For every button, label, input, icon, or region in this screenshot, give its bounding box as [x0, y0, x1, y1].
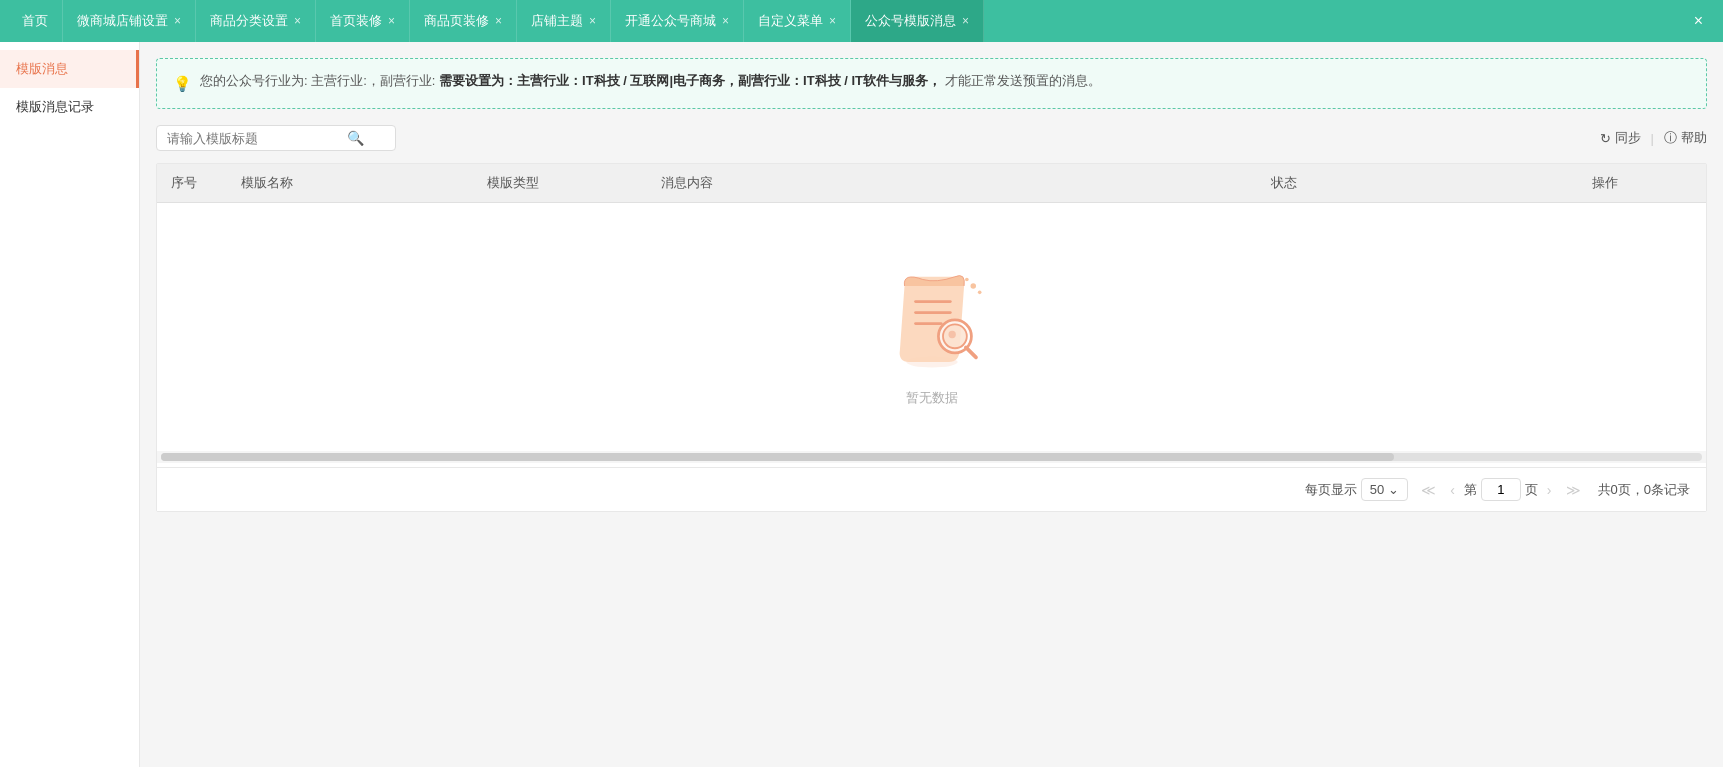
col-header-action: 操作 — [1503, 164, 1706, 202]
page-navigation: ≪ ‹ 第 页 › ≫ 共0页，0条记录 — [1416, 478, 1690, 501]
col-header-status: 状态 — [1257, 164, 1503, 202]
search-input[interactable] — [167, 131, 347, 146]
page-after-label: 页 — [1525, 481, 1538, 499]
nav-tab-template-msg[interactable]: 公众号模版消息 × — [851, 0, 984, 42]
svg-point-9 — [977, 291, 981, 295]
horizontal-scrollbar[interactable] — [157, 451, 1706, 463]
page-size-select: 每页显示 50 ⌄ — [1305, 478, 1408, 501]
nav-tab-home[interactable]: 首页 — [8, 0, 63, 42]
sidebar: 模版消息 模版消息记录 — [0, 42, 140, 767]
search-icon[interactable]: 🔍 — [347, 130, 364, 146]
bulb-icon: 💡 — [173, 72, 192, 96]
sidebar-item-template-msg-record[interactable]: 模版消息记录 — [0, 88, 139, 126]
col-header-content: 消息内容 — [647, 164, 1257, 202]
refresh-icon: ↻ — [1600, 131, 1611, 146]
alert-banner: 💡 您的公众号行业为: 主营行业:，副营行业: 需要设置为：主营行业：IT科技 … — [156, 58, 1707, 109]
nav-tab-product-decor[interactable]: 商品页装修 × — [410, 0, 517, 42]
close-icon[interactable]: × — [174, 14, 181, 28]
nav-tab-store-theme[interactable]: 店铺主题 × — [517, 0, 611, 42]
scrollbar-track — [161, 453, 1702, 461]
svg-point-7 — [948, 331, 955, 338]
pagination: 每页显示 50 ⌄ ≪ ‹ 第 页 › ≫ 共0页，0条记录 — [157, 467, 1706, 511]
sync-button[interactable]: ↻ 同步 — [1600, 129, 1641, 147]
col-header-name: 模版名称 — [227, 164, 473, 202]
search-bar-area: 🔍 ↻ 同步 | ⓘ 帮助 — [156, 125, 1707, 151]
nav-tab-open-mall[interactable]: 开通公众号商城 × — [611, 0, 744, 42]
empty-text: 暂无数据 — [906, 389, 958, 407]
page-before-label: 第 — [1464, 481, 1477, 499]
last-page-button[interactable]: ≫ — [1561, 480, 1586, 500]
close-icon[interactable]: × — [589, 14, 596, 28]
next-page-button[interactable]: › — [1542, 480, 1557, 500]
total-label: 共0页，0条记录 — [1598, 481, 1690, 499]
close-icon[interactable]: × — [388, 14, 395, 28]
content-area: 💡 您的公众号行业为: 主营行业:，副营行业: 需要设置为：主营行业：IT科技 … — [140, 42, 1723, 767]
close-all-button[interactable]: × — [1682, 12, 1715, 30]
close-icon[interactable]: × — [722, 14, 729, 28]
data-table: 序号 模版名称 模版类型 消息内容 状态 操作 — [156, 163, 1707, 512]
scrollbar-thumb[interactable] — [161, 453, 1394, 461]
close-icon[interactable]: × — [495, 14, 502, 28]
close-icon[interactable]: × — [962, 14, 969, 28]
svg-line-6 — [965, 347, 975, 357]
svg-point-8 — [970, 283, 976, 289]
chevron-down-icon: ⌄ — [1388, 482, 1399, 497]
nav-tab-category-settings[interactable]: 商品分类设置 × — [196, 0, 316, 42]
svg-point-10 — [965, 278, 969, 282]
page-size-label: 每页显示 — [1305, 481, 1357, 499]
page-size-dropdown[interactable]: 50 ⌄ — [1361, 478, 1408, 501]
search-input-wrap: 🔍 — [156, 125, 396, 151]
toolbar-divider: | — [1651, 131, 1654, 146]
page-number-input[interactable] — [1481, 478, 1521, 501]
help-button[interactable]: ⓘ 帮助 — [1664, 129, 1707, 147]
first-page-button[interactable]: ≪ — [1416, 480, 1441, 500]
nav-tab-homepage-decor[interactable]: 首页装修 × — [316, 0, 410, 42]
col-header-seq: 序号 — [157, 164, 227, 202]
toolbar-right: ↻ 同步 | ⓘ 帮助 — [1600, 129, 1707, 147]
table-header: 序号 模版名称 模版类型 消息内容 状态 操作 — [157, 164, 1706, 203]
col-header-type: 模版类型 — [473, 164, 647, 202]
nav-tab-custom-menu[interactable]: 自定义菜单 × — [744, 0, 851, 42]
sidebar-item-template-msg[interactable]: 模版消息 — [0, 50, 139, 88]
prev-page-button[interactable]: ‹ — [1445, 480, 1460, 500]
nav-tab-shop-settings[interactable]: 微商城店铺设置 × — [63, 0, 196, 42]
help-icon: ⓘ — [1664, 129, 1677, 147]
main-layout: 模版消息 模版消息记录 💡 您的公众号行业为: 主营行业:，副营行业: 需要设置… — [0, 42, 1723, 767]
close-icon[interactable]: × — [829, 14, 836, 28]
close-icon[interactable]: × — [294, 14, 301, 28]
empty-state: 暂无数据 — [157, 203, 1706, 447]
top-nav: 首页 微商城店铺设置 × 商品分类设置 × 首页装修 × 商品页装修 × 店铺主… — [0, 0, 1723, 42]
empty-illustration — [877, 263, 987, 373]
